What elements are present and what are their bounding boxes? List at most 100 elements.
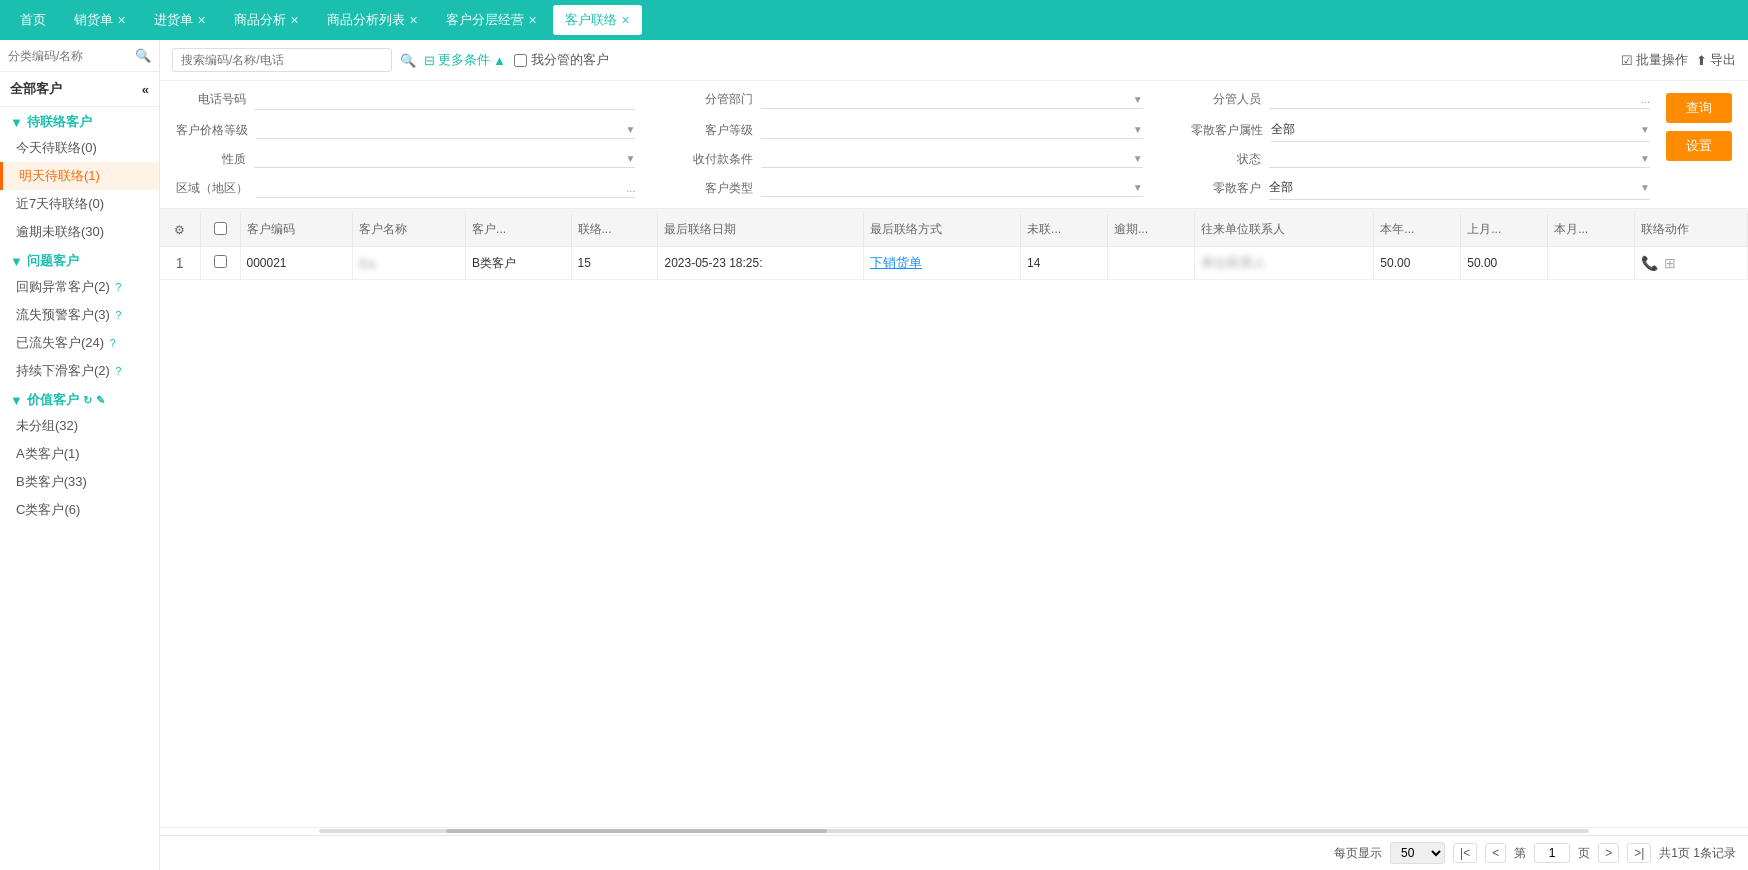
sidebar-item-overdue[interactable]: 逾期未联络(30)	[0, 218, 159, 246]
nature-chevron-icon: ▼	[625, 153, 635, 164]
main-layout: 🔍 全部客户 « ▼ 待联络客户 今天待联络(0) 明天待联络(1) 近7天待联…	[0, 40, 1748, 870]
per-page-select[interactable]: 50 100 200	[1390, 842, 1445, 864]
th-last-contact-method: 最后联络方式	[863, 213, 1020, 247]
status-select[interactable]: ▼	[1269, 150, 1650, 168]
sidebar-item-repurchase-abnormal[interactable]: 回购异常客户(2) ?	[0, 273, 159, 301]
sidebar-collapse-icon[interactable]: «	[142, 82, 149, 97]
sidebar-search-area: 🔍	[0, 40, 159, 72]
sidebar-item-tomorrow[interactable]: 明天待联络(1)	[0, 162, 159, 190]
row-current-month	[1548, 247, 1635, 280]
row-contact-count: 15	[571, 247, 658, 280]
filter-person: 分管人员 ...	[1191, 90, 1650, 109]
th-code: 客户编码	[240, 213, 353, 247]
nav-close-contact[interactable]: ✕	[621, 14, 630, 27]
contact-method-link[interactable]: 下销货单	[870, 255, 922, 270]
region-more-icon: ...	[626, 182, 635, 194]
nav-product-analysis[interactable]: 商品分析 ✕	[222, 5, 311, 35]
payment-select[interactable]: ▼	[761, 150, 1142, 168]
batch-operation-button[interactable]: ☑ 批量操作	[1621, 51, 1688, 69]
sidebar-waiting-title: ▼ 待联络客户	[0, 107, 159, 134]
customer-level-select[interactable]: ▼	[761, 121, 1142, 139]
first-page-button[interactable]: |<	[1453, 843, 1477, 863]
advanced-filter-panel: 电话号码 分管部门 ▼ 分管人员	[160, 81, 1748, 209]
sidebar-problem-title: ▼ 问题客户	[0, 246, 159, 273]
my-customers-checkbox[interactable]	[514, 54, 527, 67]
top-navigation: 首页 销货单 ✕ 进货单 ✕ 商品分析 ✕ 商品分析列表 ✕ 客户分层经营 ✕ …	[0, 0, 1748, 40]
filter-row-3: 性质 ▼ 收付款条件 ▼	[176, 150, 1650, 168]
action-icons: 📞 ⊞	[1641, 255, 1741, 271]
search-icon[interactable]: 🔍	[400, 53, 416, 68]
region-select[interactable]: ...	[256, 179, 635, 198]
query-button[interactable]: 查询	[1666, 93, 1732, 123]
nav-customer-contact[interactable]: 客户联络 ✕	[553, 5, 642, 35]
nav-close-purchase[interactable]: ✕	[197, 14, 206, 27]
customer-level-chevron-icon: ▼	[1133, 124, 1143, 135]
prev-page-button[interactable]: <	[1485, 843, 1506, 863]
row-current-year: 50.00	[1374, 247, 1461, 280]
action-grid-icon[interactable]: ⊞	[1664, 255, 1676, 271]
sidebar-item-declining[interactable]: 持续下滑客户(2) ?	[0, 357, 159, 385]
customer-table-container: ⚙ 客户编码 客户名称 客户... 联络... 最后联络日期 最后联络方式 未联…	[160, 213, 1748, 827]
sidebar-item-churn-warning[interactable]: 流失预警客户(3) ?	[0, 301, 159, 329]
search-input[interactable]	[172, 48, 392, 72]
filter-customer-type: 客户类型 ▼	[683, 179, 1142, 197]
per-page-label: 每页显示	[1334, 845, 1382, 862]
page-input[interactable]	[1534, 843, 1570, 863]
row-gear-cell: 1	[160, 247, 200, 280]
sidebar-search-input[interactable]	[8, 49, 131, 63]
customer-type-select[interactable]: ▼	[761, 179, 1142, 197]
retail-label: 零散客户	[1191, 180, 1261, 197]
nature-select[interactable]: ▼	[254, 150, 635, 168]
sidebar-item-class-c[interactable]: C类客户(6)	[0, 496, 159, 524]
next-page-button[interactable]: >	[1598, 843, 1619, 863]
filter-dept: 分管部门 ▼	[683, 91, 1142, 109]
person-select[interactable]: ...	[1269, 90, 1650, 109]
th-overdue: 逾期...	[1108, 213, 1195, 247]
reset-button[interactable]: 设置	[1666, 131, 1732, 161]
table-footer: 每页显示 50 100 200 |< < 第 页 > >| 共1页 1条记录	[160, 835, 1748, 870]
sidebar-item-churned[interactable]: 已流失客户(24) ?	[0, 329, 159, 357]
person-label: 分管人员	[1191, 91, 1261, 108]
table-header-row: ⚙ 客户编码 客户名称 客户... 联络... 最后联络日期 最后联络方式 未联…	[160, 213, 1748, 247]
sidebar-item-class-b[interactable]: B类客户(33)	[0, 468, 159, 496]
phone-input[interactable]	[254, 89, 635, 110]
more-filter-button[interactable]: ⊟ 更多条件 ▲	[424, 51, 506, 69]
sidebar-item-ungrouped[interactable]: 未分组(32)	[0, 412, 159, 440]
payment-chevron-icon: ▼	[1133, 153, 1143, 164]
row-last-contact-date: 2023-05-23 18:25:	[658, 247, 863, 280]
row-uncontacted: 14	[1021, 247, 1108, 280]
nav-close-analysis-list[interactable]: ✕	[409, 14, 418, 27]
retail-select[interactable]: 全部 ▼	[1269, 176, 1650, 200]
nav-purchase[interactable]: 进货单 ✕	[142, 5, 218, 35]
th-current-month: 本月...	[1548, 213, 1635, 247]
filter-row-4: 区域（地区） ... 客户类型 ▼	[176, 176, 1650, 200]
edit-value-icon[interactable]: ✎	[96, 394, 105, 407]
nav-home[interactable]: 首页	[8, 5, 58, 35]
sidebar-search-icon[interactable]: 🔍	[135, 48, 151, 63]
retail-attr-select[interactable]: 全部 ▼	[1271, 118, 1650, 142]
nav-product-analysis-list[interactable]: 商品分析列表 ✕	[315, 5, 430, 35]
nature-label: 性质	[176, 151, 246, 168]
dept-select[interactable]: ▼	[761, 91, 1142, 109]
nav-close-tier[interactable]: ✕	[528, 14, 537, 27]
action-phone-icon[interactable]: 📞	[1641, 255, 1658, 271]
dept-chevron-icon: ▼	[1133, 94, 1143, 105]
my-customers-checkbox-label[interactable]: 我分管的客户	[514, 51, 609, 69]
export-button[interactable]: ⬆ 导出	[1696, 51, 1736, 69]
last-page-button[interactable]: >|	[1627, 843, 1651, 863]
select-all-checkbox[interactable]	[214, 222, 227, 235]
filter-right-buttons: 查询 设置	[1666, 89, 1732, 161]
value-level-select[interactable]: ▼	[256, 121, 635, 139]
row-last-month: 50.00	[1461, 247, 1548, 280]
sidebar-item-7days[interactable]: 近7天待联络(0)	[0, 190, 159, 218]
nav-sales[interactable]: 销货单 ✕	[62, 5, 138, 35]
nav-close-analysis[interactable]: ✕	[290, 14, 299, 27]
nav-close-sales[interactable]: ✕	[117, 14, 126, 27]
sidebar-item-class-a[interactable]: A类客户(1)	[0, 440, 159, 468]
th-gear[interactable]: ⚙	[160, 213, 200, 247]
nav-customer-tier[interactable]: 客户分层经营 ✕	[434, 5, 549, 35]
row-checkbox[interactable]	[214, 255, 227, 268]
refresh-icon[interactable]: ↻	[83, 394, 92, 407]
sidebar-all-customers[interactable]: 全部客户 «	[0, 72, 159, 107]
sidebar-item-today[interactable]: 今天待联络(0)	[0, 134, 159, 162]
